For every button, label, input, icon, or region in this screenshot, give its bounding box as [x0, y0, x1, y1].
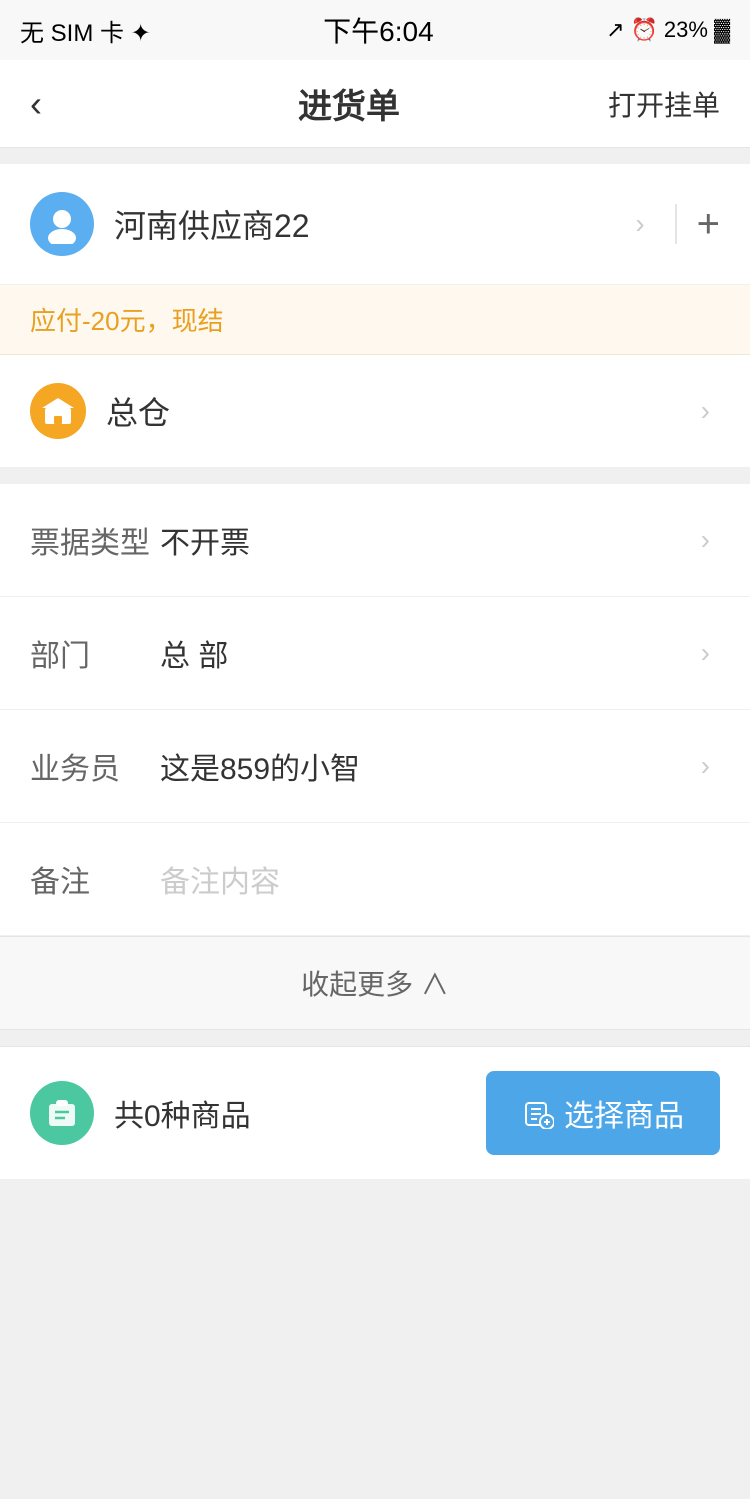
salesperson-value: 这是859的小智 — [160, 744, 701, 788]
page-title: 进货单 — [298, 79, 400, 128]
status-right: ↗ ⏰ 23% ▓ — [606, 17, 730, 43]
warehouse-icon — [41, 394, 75, 428]
department-row[interactable]: 部门 总 部 › — [0, 597, 750, 710]
status-left: 无 SIM 卡 ✦ — [20, 13, 151, 48]
invoice-type-value: 不开票 — [160, 518, 701, 562]
remark-input[interactable]: 备注内容 — [160, 857, 720, 901]
select-product-icon — [522, 1097, 554, 1129]
status-time: 下午6:04 — [323, 10, 434, 50]
invoice-type-chevron-icon: › — [701, 524, 710, 556]
invoice-type-label: 票据类型 — [30, 518, 160, 562]
collapse-text: 收起更多 ∧ — [301, 963, 449, 1003]
warehouse-row[interactable]: 总仓 › — [0, 355, 750, 468]
notice-text: 应付-20元，现结 — [30, 306, 224, 336]
location-icon: ↗ — [606, 17, 624, 43]
nav-bar: ‹ 进货单 打开挂单 — [0, 60, 750, 148]
department-value: 总 部 — [160, 631, 701, 675]
top-divider — [0, 148, 750, 164]
department-label: 部门 — [30, 631, 160, 675]
battery-text: 23% — [664, 17, 708, 43]
warehouse-label: 总仓 — [106, 388, 701, 434]
salesperson-label: 业务员 — [30, 744, 160, 788]
add-supplier-button[interactable]: + — [697, 202, 720, 247]
page-bottom — [0, 1179, 750, 1499]
product-icon-wrap — [30, 1081, 94, 1145]
warehouse-chevron-icon: › — [701, 395, 710, 427]
notice-bar: 应付-20元，现结 — [0, 285, 750, 355]
collapse-row[interactable]: 收起更多 ∧ — [0, 936, 750, 1030]
form-section: 票据类型 不开票 › 部门 总 部 › 业务员 这是859的小智 › 备注 备注… — [0, 484, 750, 936]
salesperson-row[interactable]: 业务员 这是859的小智 › — [0, 710, 750, 823]
supplier-chevron-icon: › — [635, 208, 644, 240]
remark-row[interactable]: 备注 备注内容 — [0, 823, 750, 936]
form-divider-top — [0, 468, 750, 484]
select-product-button[interactable]: 选择商品 — [486, 1071, 720, 1155]
bottom-divider — [0, 1030, 750, 1046]
back-button[interactable]: ‹ — [30, 83, 90, 125]
supplier-avatar[interactable] — [30, 192, 94, 256]
user-icon — [42, 204, 82, 244]
bottom-bar: 共0种商品 选择商品 — [0, 1046, 750, 1179]
invoice-type-row[interactable]: 票据类型 不开票 › — [0, 484, 750, 597]
warehouse-icon-wrap — [30, 383, 86, 439]
product-icon — [43, 1094, 81, 1132]
salesperson-chevron-icon: › — [701, 750, 710, 782]
alarm-icon: ⏰ — [631, 17, 658, 43]
battery-icon: ▓ — [714, 17, 730, 43]
open-pending-button[interactable]: 打开挂单 — [608, 84, 720, 124]
remark-label: 备注 — [30, 857, 160, 901]
supplier-divider — [675, 204, 677, 244]
no-sim-text: 无 SIM 卡 ✦ — [20, 13, 151, 48]
supplier-name[interactable]: 河南供应商22 — [114, 201, 635, 247]
status-bar: 无 SIM 卡 ✦ 下午6:04 ↗ ⏰ 23% ▓ — [0, 0, 750, 60]
supplier-section: 河南供应商22 › + — [0, 164, 750, 285]
department-chevron-icon: › — [701, 637, 710, 669]
product-count: 共0种商品 — [114, 1091, 486, 1135]
select-product-label: 选择商品 — [564, 1091, 684, 1135]
